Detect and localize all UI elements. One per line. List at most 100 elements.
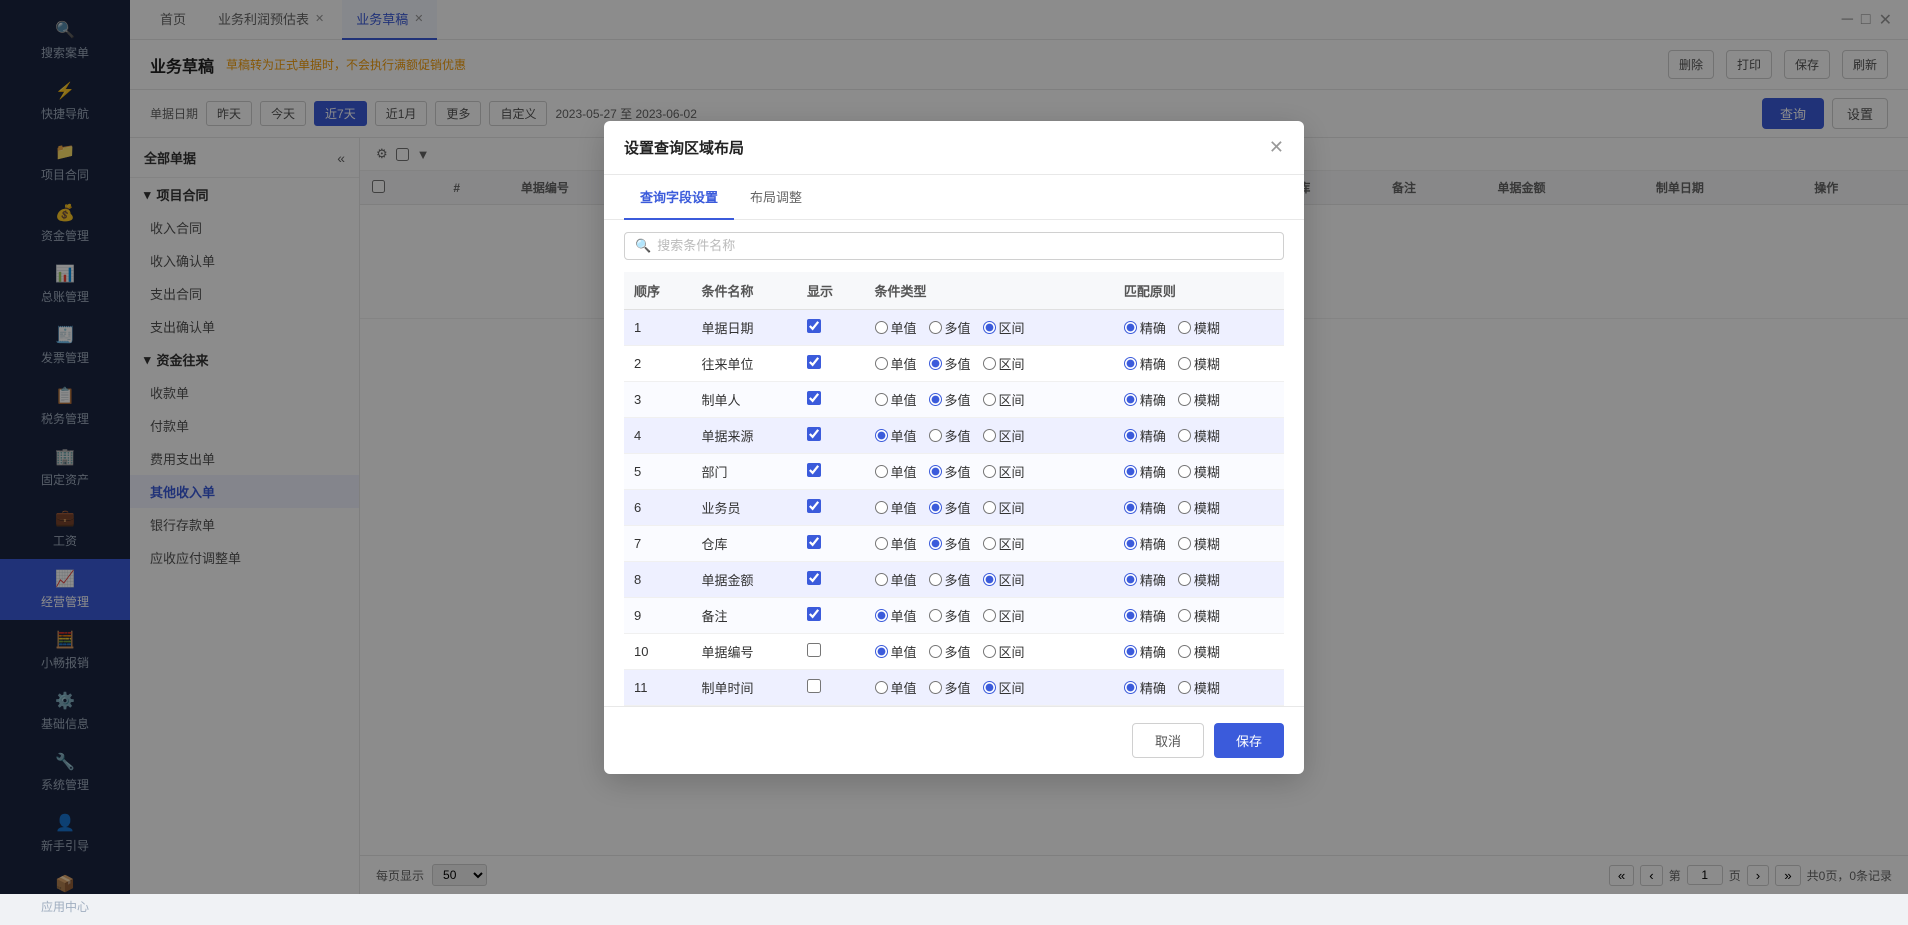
match-radio-label[interactable]: 模糊 (1178, 534, 1220, 553)
match-radio-模糊[interactable] (1178, 681, 1191, 694)
display-checkbox[interactable] (807, 427, 821, 441)
match-radio-模糊[interactable] (1178, 429, 1191, 442)
display-checkbox[interactable] (807, 499, 821, 513)
match-radio-label[interactable]: 精确 (1124, 606, 1166, 625)
type-radio-label[interactable]: 区间 (983, 318, 1025, 337)
match-radio-精确[interactable] (1124, 609, 1137, 622)
match-radio-label[interactable]: 模糊 (1178, 462, 1220, 481)
type-radio-单值[interactable] (875, 609, 888, 622)
match-radio-label[interactable]: 精确 (1124, 318, 1166, 337)
type-radio-label[interactable]: 单值 (875, 318, 917, 337)
display-checkbox[interactable] (807, 535, 821, 549)
display-checkbox[interactable] (807, 391, 821, 405)
match-radio-label[interactable]: 精确 (1124, 462, 1166, 481)
type-radio-label[interactable]: 单值 (875, 606, 917, 625)
type-radio-label[interactable]: 单值 (875, 570, 917, 589)
type-radio-label[interactable]: 区间 (983, 678, 1025, 697)
type-radio-区间[interactable] (983, 645, 996, 658)
type-radio-多值[interactable] (929, 573, 942, 586)
type-radio-多值[interactable] (929, 393, 942, 406)
display-checkbox[interactable] (807, 355, 821, 369)
type-radio-label[interactable]: 多值 (929, 570, 971, 589)
type-radio-多值[interactable] (929, 465, 942, 478)
type-radio-label[interactable]: 单值 (875, 534, 917, 553)
type-radio-单值[interactable] (875, 681, 888, 694)
type-radio-区间[interactable] (983, 573, 996, 586)
display-checkbox[interactable] (807, 643, 821, 657)
type-radio-label[interactable]: 区间 (983, 390, 1025, 409)
dialog-close-button[interactable]: ✕ (1269, 137, 1284, 158)
type-radio-label[interactable]: 单值 (875, 642, 917, 661)
match-radio-模糊[interactable] (1178, 393, 1191, 406)
type-radio-单值[interactable] (875, 465, 888, 478)
type-radio-label[interactable]: 多值 (929, 462, 971, 481)
type-radio-单值[interactable] (875, 321, 888, 334)
type-radio-label[interactable]: 单值 (875, 390, 917, 409)
type-radio-多值[interactable] (929, 321, 942, 334)
match-radio-label[interactable]: 模糊 (1178, 318, 1220, 337)
type-radio-单值[interactable] (875, 645, 888, 658)
type-radio-label[interactable]: 区间 (983, 462, 1025, 481)
type-radio-多值[interactable] (929, 501, 942, 514)
type-radio-label[interactable]: 多值 (929, 318, 971, 337)
match-radio-label[interactable]: 精确 (1124, 498, 1166, 517)
type-radio-label[interactable]: 区间 (983, 606, 1025, 625)
match-radio-label[interactable]: 精确 (1124, 354, 1166, 373)
type-radio-单值[interactable] (875, 501, 888, 514)
type-radio-单值[interactable] (875, 573, 888, 586)
type-radio-多值[interactable] (929, 357, 942, 370)
type-radio-单值[interactable] (875, 537, 888, 550)
match-radio-精确[interactable] (1124, 393, 1137, 406)
type-radio-label[interactable]: 多值 (929, 390, 971, 409)
type-radio-区间[interactable] (983, 609, 996, 622)
type-radio-区间[interactable] (983, 681, 996, 694)
match-radio-label[interactable]: 模糊 (1178, 678, 1220, 697)
type-radio-多值[interactable] (929, 645, 942, 658)
match-radio-label[interactable]: 精确 (1124, 570, 1166, 589)
match-radio-label[interactable]: 模糊 (1178, 606, 1220, 625)
match-radio-精确[interactable] (1124, 465, 1137, 478)
match-radio-模糊[interactable] (1178, 465, 1191, 478)
type-radio-单值[interactable] (875, 429, 888, 442)
match-radio-精确[interactable] (1124, 429, 1137, 442)
match-radio-模糊[interactable] (1178, 321, 1191, 334)
type-radio-多值[interactable] (929, 609, 942, 622)
type-radio-多值[interactable] (929, 681, 942, 694)
match-radio-模糊[interactable] (1178, 501, 1191, 514)
type-radio-区间[interactable] (983, 357, 996, 370)
match-radio-精确[interactable] (1124, 681, 1137, 694)
match-radio-label[interactable]: 模糊 (1178, 642, 1220, 661)
type-radio-label[interactable]: 多值 (929, 642, 971, 661)
type-radio-label[interactable]: 多值 (929, 498, 971, 517)
type-radio-单值[interactable] (875, 393, 888, 406)
match-radio-精确[interactable] (1124, 645, 1137, 658)
type-radio-区间[interactable] (983, 501, 996, 514)
display-checkbox[interactable] (807, 463, 821, 477)
type-radio-label[interactable]: 多值 (929, 426, 971, 445)
match-radio-模糊[interactable] (1178, 357, 1191, 370)
match-radio-label[interactable]: 模糊 (1178, 354, 1220, 373)
type-radio-区间[interactable] (983, 321, 996, 334)
match-radio-label[interactable]: 模糊 (1178, 426, 1220, 445)
match-radio-label[interactable]: 精确 (1124, 642, 1166, 661)
display-checkbox[interactable] (807, 679, 821, 693)
type-radio-label[interactable]: 区间 (983, 642, 1025, 661)
type-radio-区间[interactable] (983, 393, 996, 406)
display-checkbox[interactable] (807, 571, 821, 585)
type-radio-label[interactable]: 单值 (875, 678, 917, 697)
type-radio-label[interactable]: 区间 (983, 426, 1025, 445)
match-radio-label[interactable]: 精确 (1124, 678, 1166, 697)
type-radio-label[interactable]: 多值 (929, 678, 971, 697)
match-radio-模糊[interactable] (1178, 573, 1191, 586)
type-radio-label[interactable]: 多值 (929, 534, 971, 553)
match-radio-精确[interactable] (1124, 573, 1137, 586)
dialog-tab-fields[interactable]: 查询字段设置 (624, 175, 734, 220)
type-radio-区间[interactable] (983, 465, 996, 478)
type-radio-label[interactable]: 区间 (983, 354, 1025, 373)
type-radio-label[interactable]: 单值 (875, 498, 917, 517)
display-checkbox[interactable] (807, 607, 821, 621)
match-radio-模糊[interactable] (1178, 609, 1191, 622)
match-radio-模糊[interactable] (1178, 537, 1191, 550)
dialog-search-input[interactable] (657, 238, 1273, 253)
display-checkbox[interactable] (807, 319, 821, 333)
